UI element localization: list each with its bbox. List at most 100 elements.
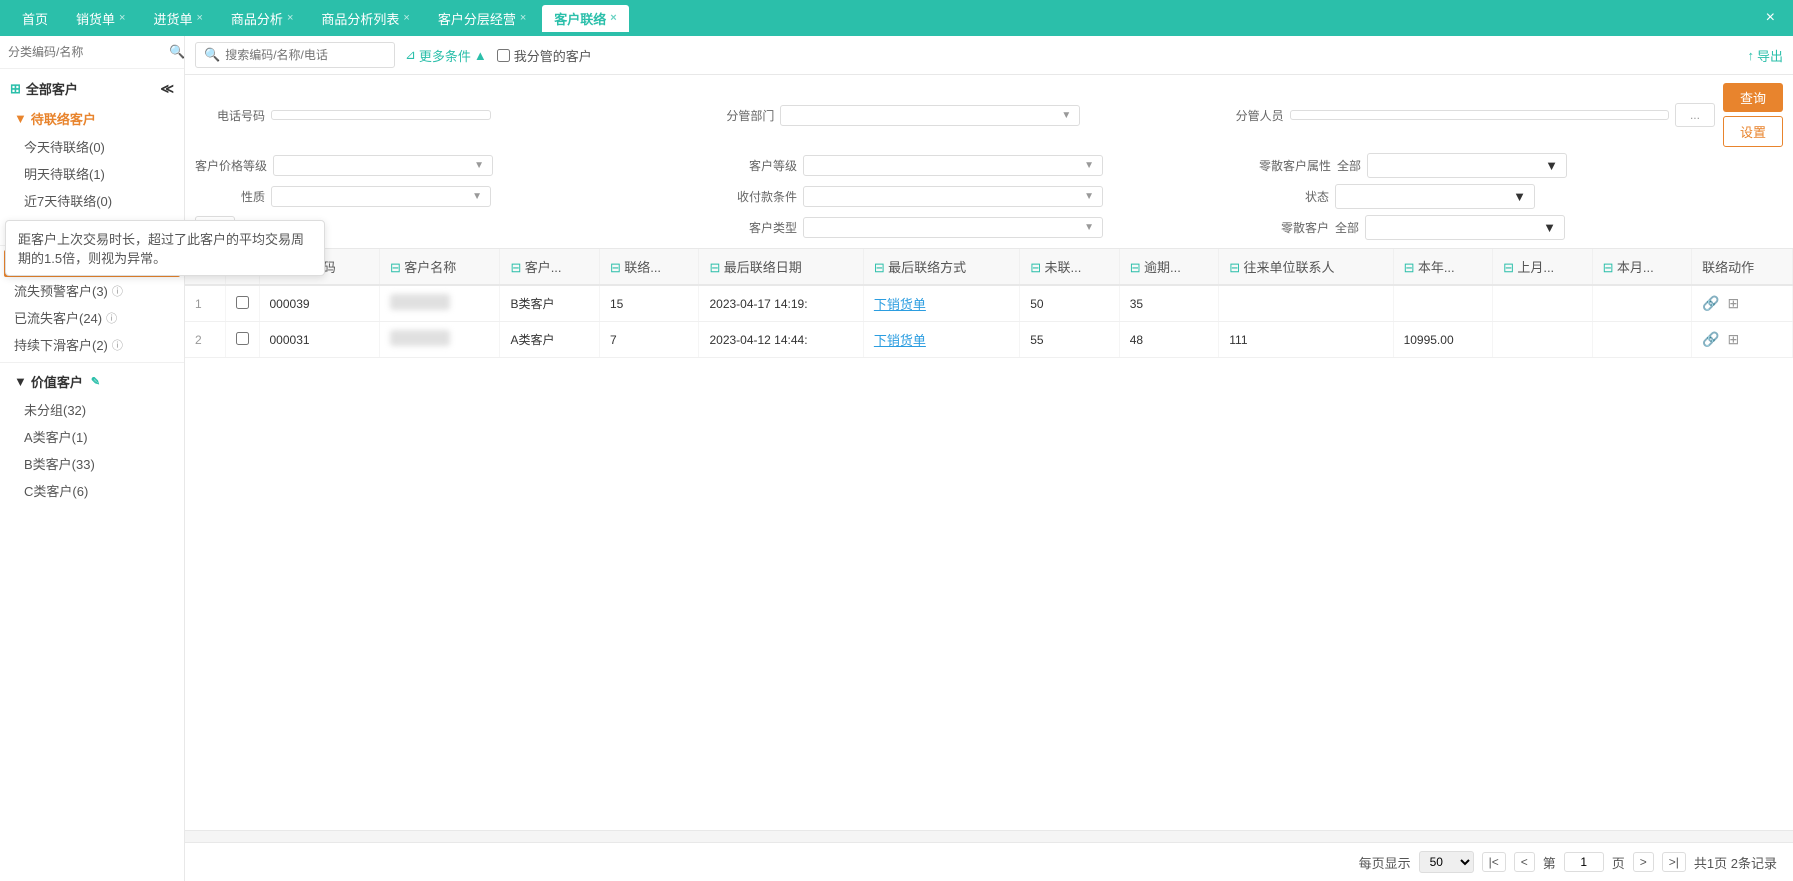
query-button[interactable]: 查询 — [1723, 83, 1783, 112]
tree-section-value-header[interactable]: ▼ 价值客户 ✎ — [0, 367, 184, 396]
my-customers-checkbox[interactable] — [497, 49, 510, 62]
row-this-year — [1393, 285, 1493, 322]
th-uncontacted[interactable]: ⊟ 未联... — [1020, 249, 1120, 285]
action-link-icon[interactable]: 🔗 — [1702, 331, 1719, 348]
tab-customer-stratification[interactable]: 客户分层经营 × — [426, 5, 538, 32]
tree-section-pending-header[interactable]: ▼ 待联络客户 — [0, 104, 184, 133]
tab-purchase-order[interactable]: 进货单 × — [141, 5, 214, 32]
sidebar-search-icon[interactable]: 🔍 — [169, 44, 185, 60]
filter-row-1: 电话号码 分管部门 ▼ 分管人员 ... 查询 设置 — [195, 83, 1783, 147]
close-customer-contact-tab[interactable]: × — [610, 12, 616, 24]
phone-input[interactable] — [271, 110, 491, 120]
retail-attr-input[interactable]: ▼ — [1367, 153, 1567, 178]
sort-icon-person: ⊟ — [1229, 260, 1240, 275]
tree-item-ungrouped[interactable]: 未分组(32) — [0, 396, 184, 423]
next-page-btn[interactable]: > — [1633, 852, 1654, 872]
chevron-price: ▼ — [474, 160, 484, 171]
my-customers-filter[interactable]: 我分管的客户 — [497, 46, 592, 65]
edit-icon[interactable]: ✎ — [91, 375, 100, 388]
settings-button[interactable]: 设置 — [1723, 116, 1783, 147]
close-purchase-order-tab[interactable]: × — [196, 12, 202, 24]
action-more-icon[interactable]: ⊞ — [1728, 295, 1740, 312]
tree-item-churn-warning[interactable]: 流失预警客户(3) ⓘ — [0, 277, 184, 304]
th-this-month[interactable]: ⊟ 本月... — [1592, 249, 1692, 285]
row-actions: 🔗 ⊞ — [1692, 285, 1793, 322]
sort-icon-name: ⊟ — [390, 260, 401, 275]
manager-label: 分管人员 — [1214, 107, 1284, 124]
tree-item-7days[interactable]: 近7天待联络(0) — [0, 187, 184, 214]
chevron-status: ▼ — [1513, 189, 1526, 204]
filter-field-nature: 性质 ▼ — [195, 186, 719, 207]
search-input[interactable] — [225, 48, 386, 62]
row-this-month — [1592, 322, 1692, 358]
status-label: 状态 — [1259, 188, 1329, 205]
collapse-icon[interactable]: ≪ — [160, 81, 174, 97]
manager-input[interactable] — [1290, 110, 1669, 120]
sort-icon-date: ⊟ — [709, 260, 720, 275]
tree-all-customers[interactable]: ⊞ 全部客户 ≪ — [0, 73, 184, 104]
th-last-contact-date[interactable]: ⊟ 最后联络日期 — [699, 249, 863, 285]
page-number-input[interactable] — [1564, 852, 1604, 872]
th-last-contact-method[interactable]: ⊟ 最后联络方式 — [863, 249, 1019, 285]
tab-product-analysis-list[interactable]: 商品分析列表 × — [309, 5, 421, 32]
bottom-bar: 每页显示 50 100 200 |< < 第 页 > >| 共1页 2条记录 — [185, 842, 1793, 881]
tab-customer-contact[interactable]: 客户联络 × — [542, 5, 628, 32]
horizontal-scrollbar[interactable] — [185, 830, 1793, 842]
payment-input[interactable]: ▼ — [803, 186, 1103, 207]
nature-label: 性质 — [195, 188, 265, 205]
first-page-btn[interactable]: |< — [1482, 852, 1506, 872]
row-name — [379, 285, 499, 322]
th-contact-count[interactable]: ⊟ 联络... — [599, 249, 699, 285]
window-close-button[interactable]: × — [1758, 7, 1783, 29]
customer-type-input[interactable]: ▼ — [803, 217, 1103, 238]
tree-item-a-class[interactable]: A类客户(1) — [0, 423, 184, 450]
grid-icon: ⊞ — [10, 81, 21, 97]
th-contact-person[interactable]: ⊟ 往来单位联系人 — [1219, 249, 1393, 285]
filter-field-dept: 分管部门 ▼ — [704, 105, 1205, 126]
sidebar-search-input[interactable] — [8, 45, 163, 59]
close-product-analysis-tab[interactable]: × — [287, 12, 293, 24]
tab-product-analysis[interactable]: 商品分析 × — [219, 5, 305, 32]
tree-item-c-class[interactable]: C类客户(6) — [0, 477, 184, 504]
tab-home[interactable]: 首页 — [10, 5, 60, 32]
tree-item-declining[interactable]: 持续下滑客户(2) ⓘ — [0, 331, 184, 358]
action-more-icon[interactable]: ⊞ — [1728, 331, 1740, 348]
row-last-month — [1493, 285, 1593, 322]
last-page-btn[interactable]: >| — [1662, 852, 1686, 872]
prev-page-btn[interactable]: < — [1514, 852, 1535, 872]
tree-item-tomorrow[interactable]: 明天待联络(1) — [0, 160, 184, 187]
info-icon4: ⓘ — [112, 337, 123, 353]
tree-item-churned[interactable]: 已流失客户(24) ⓘ — [0, 304, 184, 331]
tree-item-today[interactable]: 今天待联络(0) — [0, 133, 184, 160]
search-input-container[interactable]: 🔍 — [195, 42, 395, 68]
status-input[interactable]: ▼ — [1335, 184, 1535, 209]
tab-sales-order[interactable]: 销货单 × — [64, 5, 137, 32]
filter-field-payment: 收付款条件 ▼ — [727, 186, 1251, 207]
row-last-contact-method[interactable]: 下销货单 — [863, 285, 1019, 322]
row-number: 2 — [185, 322, 225, 358]
nature-input[interactable]: ▼ — [271, 186, 491, 207]
th-last-month[interactable]: ⊟ 上月... — [1493, 249, 1593, 285]
th-name[interactable]: ⊟ 客户名称 — [379, 249, 499, 285]
close-customer-stratification-tab[interactable]: × — [520, 12, 526, 24]
export-button[interactable]: ↑ 导出 — [1747, 46, 1783, 65]
close-sales-order-tab[interactable]: × — [119, 12, 125, 24]
action-link-icon[interactable]: 🔗 — [1702, 295, 1719, 312]
per-page-select[interactable]: 50 100 200 — [1419, 851, 1474, 873]
row-checkbox[interactable] — [225, 322, 259, 358]
th-type[interactable]: ⊟ 客户... — [500, 249, 600, 285]
th-this-year[interactable]: ⊟ 本年... — [1393, 249, 1493, 285]
th-overdue[interactable]: ⊟ 逾期... — [1119, 249, 1219, 285]
price-level-input[interactable]: ▼ — [273, 155, 493, 176]
dept-input[interactable]: ▼ — [780, 105, 1080, 126]
retail-customer-input[interactable]: ▼ — [1365, 215, 1565, 240]
manager-ellipsis[interactable]: ... — [1675, 103, 1715, 127]
more-conditions-btn[interactable]: ⊿ 更多条件 ▲ — [405, 46, 487, 65]
customer-level-input[interactable]: ▼ — [803, 155, 1103, 176]
close-product-analysis-list-tab[interactable]: × — [403, 12, 409, 24]
sort-icon-method: ⊟ — [874, 260, 885, 275]
sort-icon-type: ⊟ — [510, 260, 521, 275]
tree-item-b-class[interactable]: B类客户(33) — [0, 450, 184, 477]
row-last-contact-method[interactable]: 下销货单 — [863, 322, 1019, 358]
row-checkbox[interactable] — [225, 285, 259, 322]
